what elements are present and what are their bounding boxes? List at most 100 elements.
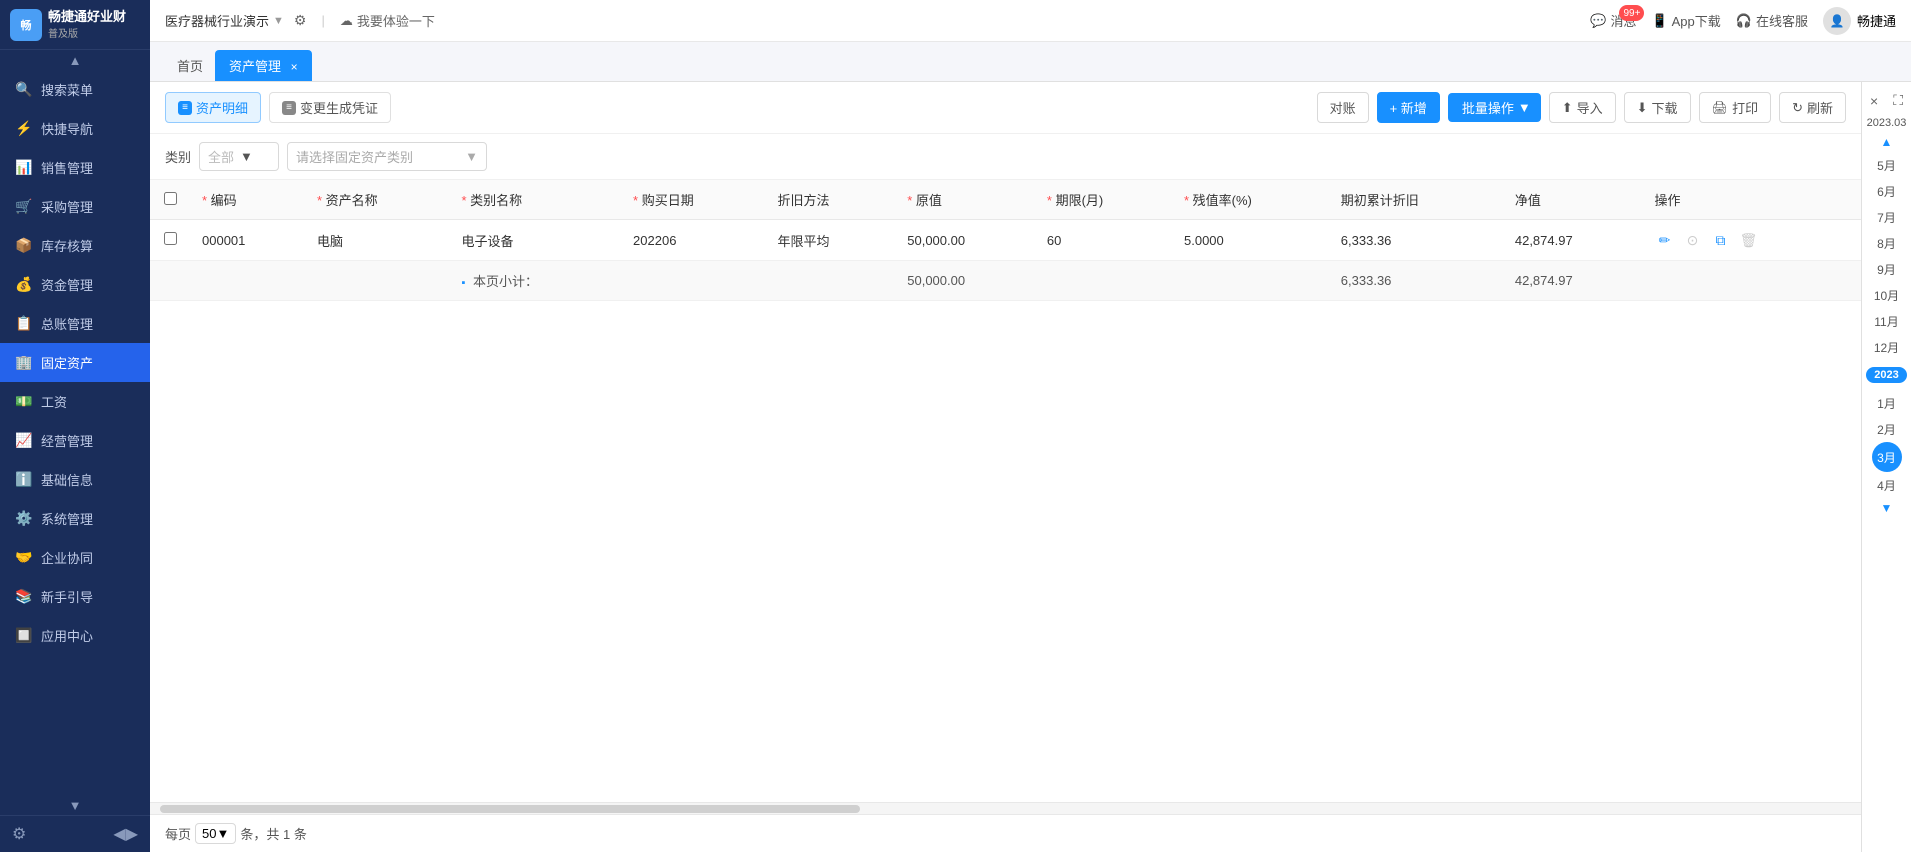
feedback-button[interactable]: ☁ 我要体验一下	[340, 11, 435, 30]
sidebar-item-guide-label: 新手引导	[41, 587, 93, 606]
month-item-9[interactable]: 9月	[1867, 256, 1907, 282]
row-code: 000001	[190, 220, 305, 261]
operations-icon: 📈	[15, 432, 33, 449]
month-item-11[interactable]: 11月	[1867, 308, 1907, 334]
download-button[interactable]: ⬇ 下载	[1624, 92, 1691, 123]
filter-input-placeholder: 请选择固定资产类别	[296, 147, 413, 166]
month-item-3-active[interactable]: 3月	[1872, 442, 1902, 472]
inventory-icon: 📦	[15, 237, 33, 254]
table-container: * 编码 * 资产名称 * 类别名称 * 购买日期 折旧方法 * 原值 * 期限…	[150, 180, 1861, 802]
filter-category-select[interactable]: 全部 ▼	[199, 142, 279, 171]
reconcile-button[interactable]: 对账	[1317, 92, 1369, 123]
page-size-value: 50	[202, 826, 216, 841]
sidebar-item-operations[interactable]: 📈 经营管理	[0, 421, 150, 460]
sub-tab-asset-detail[interactable]: ≡ 资产明细	[165, 92, 261, 123]
filter-category-input[interactable]: 请选择固定资产类别 ▼	[287, 142, 487, 171]
company-dropdown-icon: ▼	[273, 15, 284, 27]
sidebar-item-sales[interactable]: 📊 销售管理	[0, 148, 150, 187]
sidebar-item-purchase[interactable]: 🛒 采购管理	[0, 187, 150, 226]
sidebar-item-app-center[interactable]: 🔲 应用中心	[0, 616, 150, 655]
online-service-button[interactable]: 🎧 在线客服	[1736, 11, 1808, 30]
row-purchase-date: 202206	[621, 220, 766, 261]
user-menu[interactable]: 👤 畅捷通	[1823, 7, 1896, 35]
month-item-1[interactable]: 1月	[1867, 390, 1907, 416]
copy-icon[interactable]: ⊙	[1683, 230, 1703, 250]
tab-asset-management[interactable]: 资产管理 ×	[215, 50, 312, 81]
feedback-icon: ☁	[340, 13, 353, 29]
year-badge[interactable]: 2023	[1866, 367, 1906, 383]
sidebar-item-ledger-label: 总账管理	[41, 314, 93, 333]
app-center-icon: 🔲	[15, 627, 33, 644]
delete-icon[interactable]: 🗑	[1739, 230, 1759, 250]
filter-input-dropdown-icon: ▼	[465, 149, 478, 164]
content-main: ≡ 资产明细 ≡ 变更生成凭证 对账 + 新增 批量操作 ▼ ⬆	[150, 82, 1861, 852]
filter-category-label: 类别	[165, 147, 191, 166]
sidebar: 畅 畅捷通好业财 普及版 ▲ 🔍 搜索菜单 ⚡ 快捷导航 📊 销售管理 🛒 采购…	[0, 0, 150, 852]
panel-expand-button[interactable]: ⛶	[1893, 92, 1903, 109]
tab-home[interactable]: 首页	[165, 50, 215, 81]
row-depreciation-method: 年限平均	[766, 220, 896, 261]
message-button[interactable]: 💬 消息 99+	[1590, 11, 1636, 30]
select-all-checkbox[interactable]	[164, 192, 177, 205]
settings-icon[interactable]: ⚙	[12, 824, 26, 844]
sales-icon: 📊	[15, 159, 33, 176]
month-item-7[interactable]: 7月	[1867, 204, 1907, 230]
month-item-5[interactable]: 5月	[1867, 152, 1907, 178]
header-code: * 编码	[190, 180, 305, 220]
sidebar-item-payroll[interactable]: 💵 工资	[0, 382, 150, 421]
page-size-select[interactable]: 50 ▼	[195, 823, 236, 844]
sidebar-collapse-icon[interactable]: ◀▶	[113, 824, 138, 844]
month-item-4[interactable]: 4月	[1867, 472, 1907, 498]
tab-close-icon[interactable]: ×	[291, 60, 298, 74]
sub-tab-change-voucher[interactable]: ≡ 变更生成凭证	[269, 92, 391, 123]
month-item-2[interactable]: 2月	[1867, 416, 1907, 442]
app-download-button[interactable]: 📱 App下载	[1651, 11, 1720, 30]
sidebar-item-quick-nav[interactable]: ⚡ 快捷导航	[0, 109, 150, 148]
sidebar-scroll-up[interactable]: ▲	[0, 50, 150, 70]
header-name: * 资产名称	[305, 180, 450, 220]
sidebar-item-fund[interactable]: 💰 资金管理	[0, 265, 150, 304]
sidebar-item-guide[interactable]: 📚 新手引导	[0, 577, 150, 616]
sidebar-item-ledger[interactable]: 📋 总账管理	[0, 304, 150, 343]
sidebar-item-fixed-assets[interactable]: 🏢 固定资产	[0, 343, 150, 382]
filter-row: 类别 全部 ▼ 请选择固定资产类别 ▼	[150, 134, 1861, 180]
header-actions: 操作	[1643, 180, 1861, 220]
import-button[interactable]: ⬆ 导入	[1549, 92, 1616, 123]
row-checkbox[interactable]	[150, 220, 190, 261]
page-size-dropdown-icon: ▼	[216, 826, 229, 841]
sidebar-item-basic-info[interactable]: ℹ️ 基础信息	[0, 460, 150, 499]
month-item-10[interactable]: 10月	[1867, 282, 1907, 308]
import-icon: ⬆	[1562, 100, 1573, 116]
sidebar-scroll-down[interactable]: ▼	[0, 795, 150, 815]
month-item-8[interactable]: 8月	[1867, 230, 1907, 256]
message-icon: 💬	[1590, 13, 1606, 29]
print-button[interactable]: 🖨 打印	[1699, 92, 1772, 123]
company-selector[interactable]: 医疗器械行业演示 ▼	[165, 11, 284, 30]
refresh-button[interactable]: ↻ 刷新	[1779, 92, 1846, 123]
sidebar-item-search[interactable]: 🔍 搜索菜单	[0, 70, 150, 109]
sidebar-item-system-label: 系统管理	[41, 509, 93, 528]
app-edition: 普及版	[48, 25, 126, 40]
fixed-assets-icon: 🏢	[15, 354, 33, 371]
add-button[interactable]: + 新增	[1377, 92, 1440, 123]
assets-table: * 编码 * 资产名称 * 类别名称 * 购买日期 折旧方法 * 原值 * 期限…	[150, 180, 1861, 301]
settings-gear-icon[interactable]: ⚙	[294, 12, 307, 29]
month-item-6[interactable]: 6月	[1867, 178, 1907, 204]
panel-prev-nav[interactable]: ▲	[1862, 132, 1911, 152]
sidebar-item-system[interactable]: ⚙️ 系统管理	[0, 499, 150, 538]
batch-ops-button[interactable]: 批量操作 ▼	[1448, 93, 1541, 122]
month-item-12[interactable]: 12月	[1867, 334, 1907, 360]
toolbar-right: 对账 + 新增 批量操作 ▼ ⬆ 导入 ⬇ 下载 🖨	[1317, 92, 1846, 123]
sidebar-item-inventory[interactable]: 📦 库存核算	[0, 226, 150, 265]
panel-next-nav[interactable]: ▼	[1862, 498, 1911, 518]
basic-info-icon: ℹ️	[15, 471, 33, 488]
duplicate-icon[interactable]: ⧉	[1711, 230, 1731, 250]
header-category: * 类别名称	[449, 180, 621, 220]
batch-dropdown-icon: ▼	[1518, 100, 1531, 115]
sidebar-item-enterprise[interactable]: 🤝 企业协同	[0, 538, 150, 577]
app-name: 畅捷通好业财	[48, 9, 126, 25]
ledger-icon: 📋	[15, 315, 33, 332]
panel-close-button[interactable]: ×	[1870, 93, 1878, 109]
edit-icon[interactable]: ✏	[1655, 230, 1675, 250]
horizontal-scrollbar[interactable]	[150, 802, 1861, 814]
